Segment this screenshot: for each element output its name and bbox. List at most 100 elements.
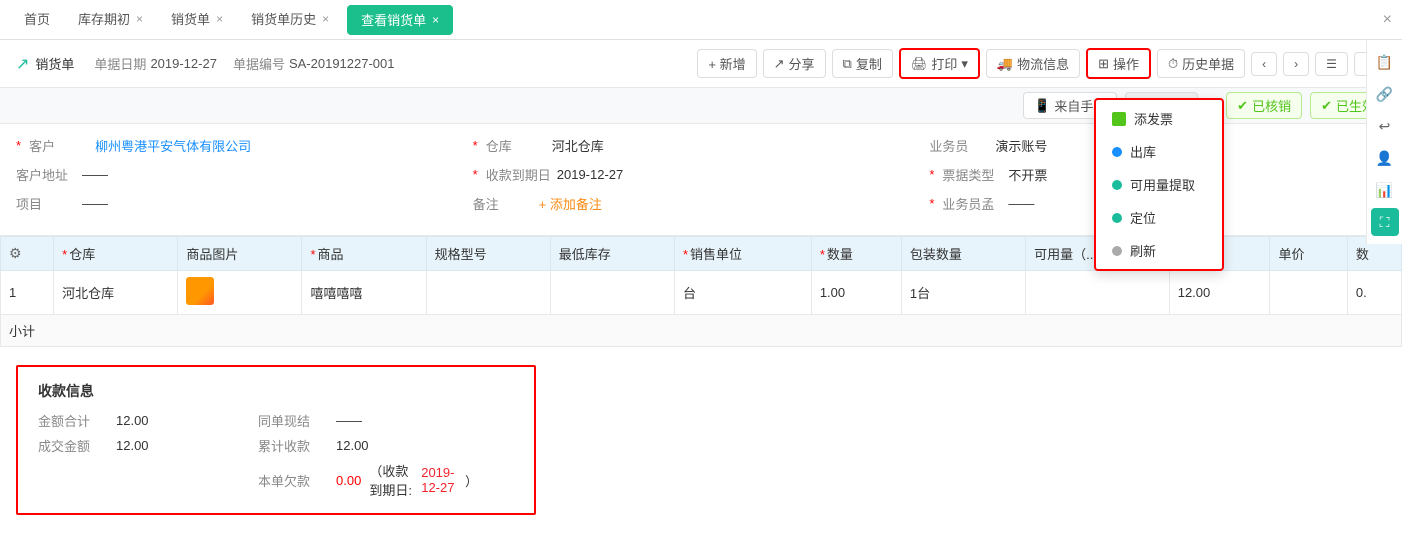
sidebar-icon-chart[interactable]: 📊 [1371,176,1399,204]
warehouse-field: * 仓库 河北仓库 [473,136,930,155]
row-no: 1 [1,271,54,315]
payment-title: 收款信息 [38,381,514,401]
col-unit: *销售单位 [674,237,811,271]
tab-view-sales-label: 查看销货单 [361,10,426,29]
col-img: 商品图片 [178,237,302,271]
col-price: 单价 [1270,237,1347,271]
address-label: 客户地址 [16,165,76,184]
col-gear: ⚙ [1,237,54,271]
operation-icon: ⊞ [1098,56,1109,72]
copy-btn[interactable]: ⧉ 复制 [832,49,893,78]
print-dropdown-icon: ▾ [961,56,968,72]
dropdown-refresh[interactable]: 刷新 [1098,234,1220,267]
no-label-text: 单据编号 [233,54,285,73]
next-btn[interactable]: › [1283,52,1309,76]
sidebar-icon-undo[interactable]: ↩ [1371,112,1399,140]
accumulated-value: 12.00 [336,438,369,453]
tab-home-label: 首页 [24,9,50,28]
share-btn[interactable]: ↗ 分享 [763,49,826,78]
outbound-label: 出库 [1130,142,1156,161]
list-view-btn[interactable]: ☰ [1315,52,1348,76]
cancel-check-icon: ✔ [1237,98,1248,114]
col-spec: 规格型号 [426,237,550,271]
doc-meta: 单据日期 2019-12-27 单据编号 SA-20191227-001 [94,54,394,73]
tab-home[interactable]: 首页 [10,0,64,40]
warehouse-value: 河北仓库 [552,136,604,155]
row-spec [426,271,550,315]
logistics-btn-label: 物流信息 [1017,54,1069,73]
row-price [1270,271,1347,315]
gear-icon[interactable]: ⚙ [9,245,22,261]
new-btn[interactable]: + 新增 [697,49,756,78]
tab-inventory-close[interactable]: × [136,12,143,26]
print-btn[interactable]: 🖨 打印 ▾ [899,48,980,79]
due-date-prefix: （收款到期日: [369,461,413,499]
avail-extract-icon [1112,180,1122,190]
sidebar-icon-doc[interactable]: 📋 [1371,48,1399,76]
new-btn-label: + 新增 [708,54,745,73]
window-close-btn[interactable]: × [1383,11,1392,29]
accumulated-label: 累计收款 [258,436,328,455]
sales-star: * [929,196,934,211]
dropdown-outbound[interactable]: 出库 [1098,135,1220,168]
ticket-label: 票据类型 [942,165,1002,184]
sidebar-icon-expand[interactable]: ⛶ [1371,208,1399,236]
due-row: 本单欠款 0.00 （收款到期日: 2019-12-27 ） [258,461,478,499]
tab-view-sales-close[interactable]: × [432,13,439,27]
note-add[interactable]: + 添加备注 [539,194,602,213]
logistics-btn[interactable]: 🚚 物流信息 [986,49,1080,78]
note-field: 备注 + 添加备注 [473,194,930,213]
share-icon: ↗ [774,56,785,72]
tab-sales-history[interactable]: 销货单历史 × [237,0,343,40]
operation-btn[interactable]: ⊞ 操作 [1086,48,1151,79]
tab-view-sales[interactable]: 查看销货单 × [347,5,453,35]
tab-inventory[interactable]: 库存期初 × [64,0,157,40]
doc-header: ↗ 销货单 单据日期 2019-12-27 单据编号 SA-20191227-0… [0,40,1402,88]
same-order-value: —— [336,413,362,428]
sales-icon: ↗ [16,54,29,74]
operation-dropdown: 添发票 出库 可用量提取 定位 刷新 [1094,98,1224,271]
row-pkg-qty: 1台 [901,271,1025,315]
dropdown-add-invoice[interactable]: 添发票 [1098,102,1220,135]
customer-field: * 客户 柳州粤港平安气体有限公司 [16,136,473,155]
sidebar-icon-link[interactable]: 🔗 [1371,80,1399,108]
doc-no-group: 单据编号 SA-20191227-001 [233,54,395,73]
dropdown-avail-extract[interactable]: 可用量提取 [1098,168,1220,201]
note-label: 备注 [473,194,533,213]
staff-value: 演示账号 [995,136,1047,155]
tab-sales-history-close[interactable]: × [322,12,329,26]
tab-sales[interactable]: 销货单 × [157,0,237,40]
due-date-value: 2019-12-27 [421,465,457,495]
col-min-stock: 最低库存 [550,237,674,271]
warehouse-star: * [473,138,478,153]
project-field: 项目 —— [16,194,473,213]
due-label: 本单欠款 [258,471,328,490]
customer-value[interactable]: 柳州粤港平安气体有限公司 [95,136,251,155]
copy-icon: ⧉ [843,56,852,72]
mobile-icon: 📱 [1034,98,1050,114]
history-btn[interactable]: ⏱ 历史单据 [1157,49,1245,78]
customer-star: * [16,138,21,153]
avail-extract-label: 可用量提取 [1130,175,1195,194]
prev-btn[interactable]: ‹ [1251,52,1277,76]
pdate-label: 收款到期日 [486,165,551,184]
tab-sales-history-label: 销货单历史 [251,9,316,28]
right-sidebar: 📋 🔗 ↩ 👤 📊 ⛶ [1366,40,1402,244]
project-value: —— [82,196,108,211]
warehouse-label: 仓库 [486,136,546,155]
sidebar-icon-user[interactable]: 👤 [1371,144,1399,172]
tab-sales-close[interactable]: × [216,12,223,26]
row-other: 0. [1347,271,1401,315]
ticket-value: 不开票 [1008,165,1047,184]
col-qty: *数量 [811,237,901,271]
dropdown-locate[interactable]: 定位 [1098,201,1220,234]
share-btn-label: 分享 [789,54,815,73]
add-invoice-icon [1112,112,1126,126]
due-value: 0.00 [336,473,361,488]
col-product: *商品 [302,237,426,271]
row-avail-qty [1026,271,1170,315]
locate-label: 定位 [1130,208,1156,227]
print-btn-label: 打印 [931,54,957,73]
tab-inventory-label: 库存期初 [78,9,130,28]
deal-amount-label: 成交金额 [38,436,108,455]
